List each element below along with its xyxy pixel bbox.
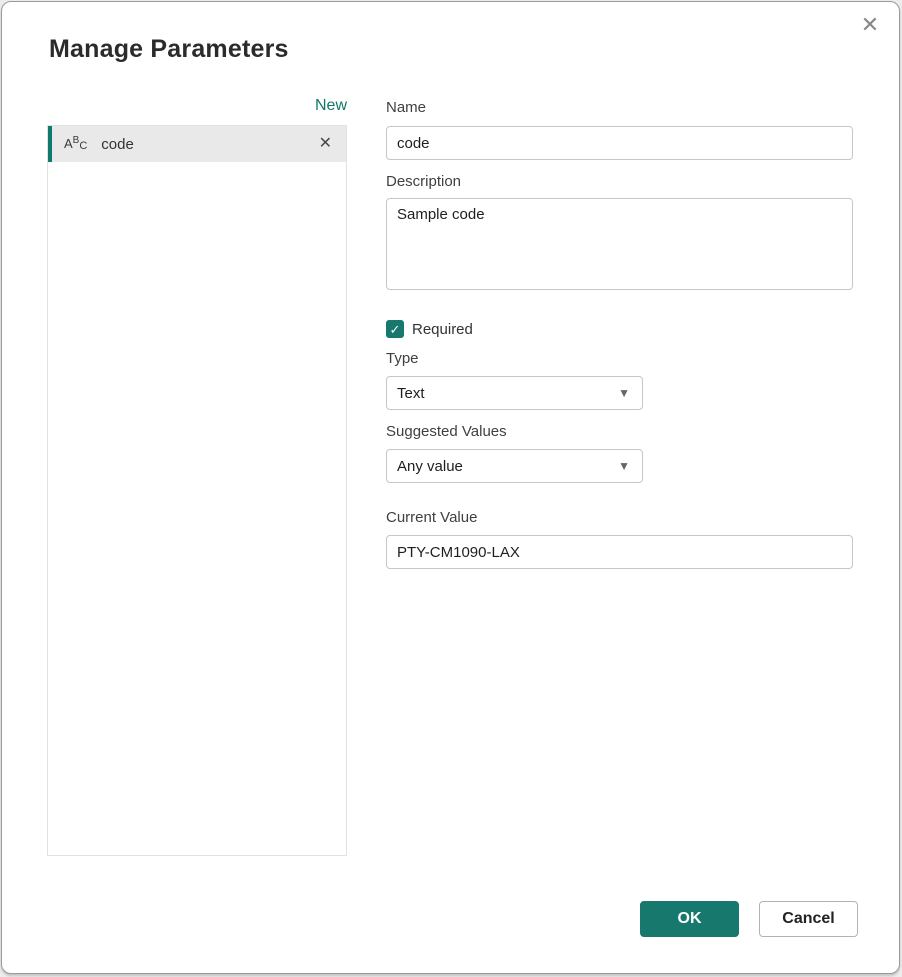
chevron-down-icon: ▼ bbox=[618, 459, 630, 473]
type-dropdown[interactable]: Text ▼ bbox=[386, 376, 643, 410]
dialog-title: Manage Parameters bbox=[49, 35, 289, 64]
ok-button[interactable]: OK bbox=[640, 901, 739, 937]
current-value-label: Current Value bbox=[386, 509, 477, 526]
new-parameter-link[interactable]: New bbox=[47, 97, 347, 115]
parameter-list: ABC code ✕ bbox=[47, 125, 347, 856]
name-input[interactable] bbox=[386, 126, 853, 160]
cancel-button[interactable]: Cancel bbox=[759, 901, 858, 937]
type-label: Type bbox=[386, 350, 419, 367]
current-value-input[interactable] bbox=[386, 535, 853, 569]
required-label: Required bbox=[412, 321, 473, 338]
description-label: Description bbox=[386, 173, 461, 190]
name-label: Name bbox=[386, 99, 426, 116]
suggested-values-dropdown[interactable]: Any value ▼ bbox=[386, 449, 643, 483]
close-icon[interactable]: ✕ bbox=[855, 10, 885, 40]
parameter-name-label: code bbox=[101, 136, 134, 153]
required-checkbox-row[interactable]: ✓ Required bbox=[386, 320, 473, 338]
manage-parameters-dialog: ✕ Manage Parameters New ABC code ✕ Name … bbox=[1, 1, 900, 974]
suggested-values-dropdown-value: Any value bbox=[397, 458, 463, 475]
required-checkbox[interactable]: ✓ bbox=[386, 320, 404, 338]
type-dropdown-value: Text bbox=[397, 385, 425, 402]
parameter-list-item[interactable]: ABC code ✕ bbox=[48, 126, 346, 162]
chevron-down-icon: ▼ bbox=[618, 386, 630, 400]
text-type-abc-icon: ABC bbox=[64, 136, 87, 152]
suggested-values-label: Suggested Values bbox=[386, 423, 507, 440]
description-input[interactable]: Sample code bbox=[386, 198, 853, 290]
delete-parameter-icon[interactable]: ✕ bbox=[315, 134, 336, 154]
